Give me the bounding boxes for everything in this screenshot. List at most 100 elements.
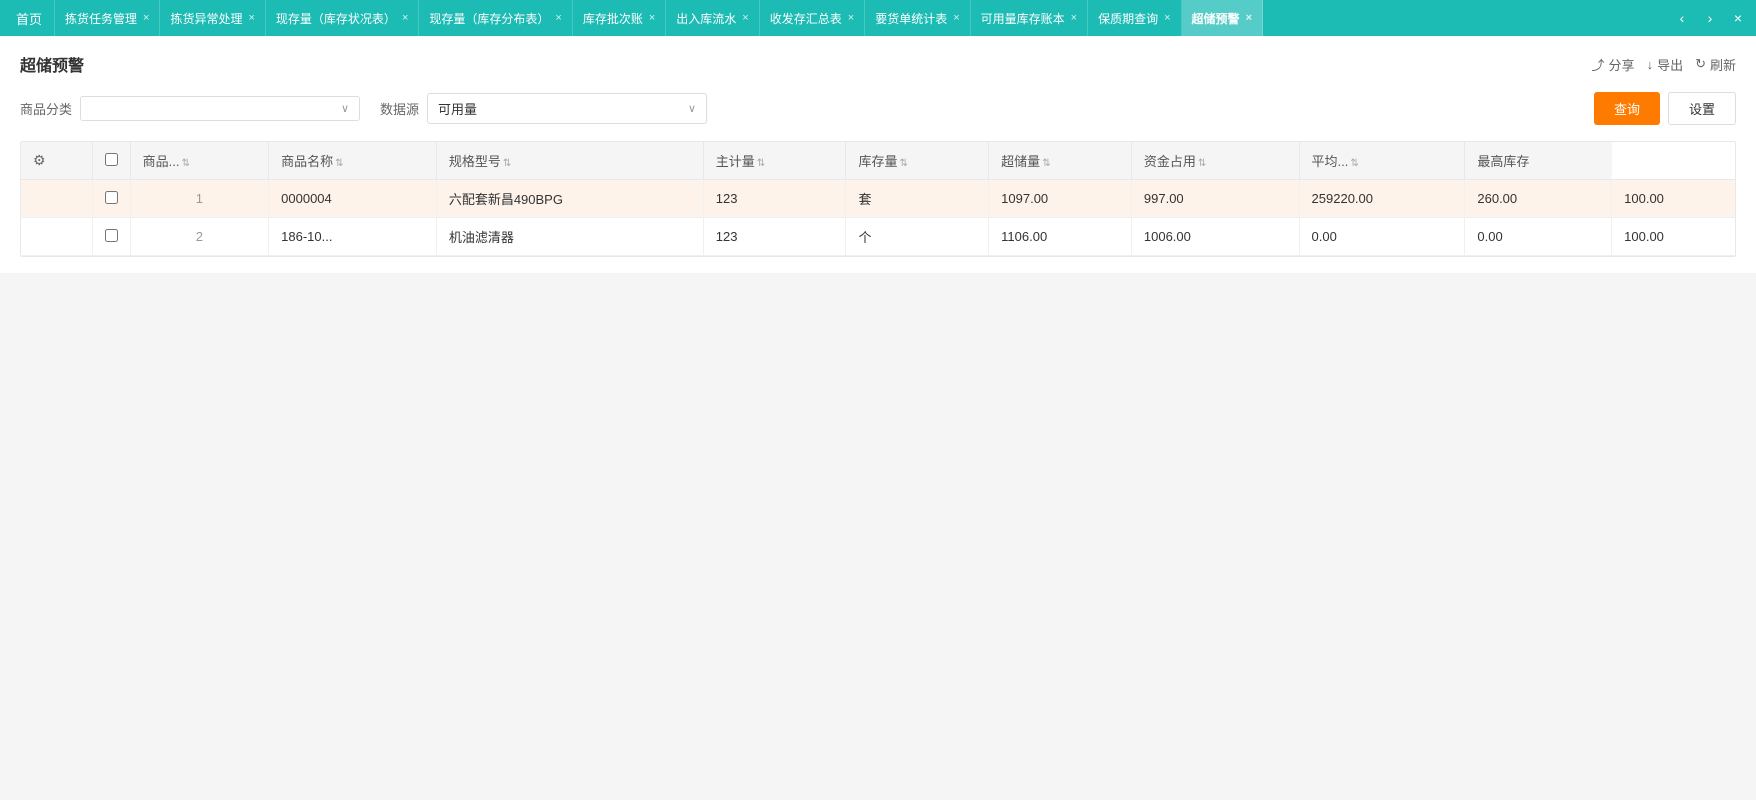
share-label: 分享 [1609,55,1635,74]
export-button[interactable]: ↓ 导出 [1647,55,1684,74]
tab-close-icon-1[interactable]: × [248,12,254,24]
col-header-capital[interactable]: 资金占用⇅ [1131,142,1299,180]
refresh-icon: ↻ [1695,56,1706,72]
refresh-label: 刷新 [1710,55,1736,74]
tab-close-icon-9[interactable]: × [1164,12,1170,24]
tab-close-icon-0[interactable]: × [143,12,149,24]
cell-capital-1: 0.00 [1299,218,1465,256]
nav-tab-3[interactable]: 现存量（库存分布表）× [419,0,572,36]
col-header-overstock[interactable]: 超储量⇅ [989,142,1132,180]
settings-gear-icon[interactable]: ⚙ [33,152,46,168]
sort-icon-sku_code: ⇅ [181,158,189,169]
cell-num-1: 2 [130,218,269,256]
col-header-max_stock: 最高库存 [1465,142,1612,180]
nav-tab-1[interactable]: 拣货异常处理× [160,0,265,36]
nav-tab-2[interactable]: 现存量（库存状况表）× [266,0,419,36]
page-header: 超储预警 ⤴ 分享 ↓ 导出 ↻ 刷新 [20,52,1736,76]
cell-overstock-1: 1006.00 [1131,218,1299,256]
col-header-check [92,142,130,180]
cell-sku_name-0: 六配套新昌490BPG [436,180,703,218]
nav-tab-6[interactable]: 收发存汇总表× [760,0,865,36]
chevron-down-icon: ∨ [341,102,349,115]
category-label: 商品分类 [20,99,72,118]
settings-button[interactable]: 设置 [1668,92,1736,125]
nav-prev-btn[interactable]: ‹ [1668,0,1696,36]
cell-settings-0 [21,180,92,218]
category-select[interactable]: ∨ [80,96,360,121]
tab-close-icon-5[interactable]: × [742,12,748,24]
table-row: 2186-10...机油滤清器123个1106.001006.000.000.0… [21,218,1735,256]
category-filter-group: 商品分类 ∨ [20,96,360,121]
tab-close-icon-4[interactable]: × [649,12,655,24]
filter-buttons: 查询 设置 [1594,92,1736,125]
sort-icon-sku_name: ⇅ [335,158,343,169]
cell-stock-1: 1106.00 [989,218,1132,256]
data-table: ⚙ 商品...⇅商品名称⇅规格型号⇅主计量⇅库存量⇅超储量⇅资金占用⇅平均...⇅… [21,142,1735,256]
datasource-select[interactable]: 可用量 ∨ [427,93,707,124]
nav-tab-10[interactable]: 超储预警× [1182,0,1263,36]
datasource-filter-group: 数据源 可用量 ∨ [380,93,707,124]
tab-close-icon-7[interactable]: × [953,12,959,24]
query-button[interactable]: 查询 [1594,92,1660,125]
tab-close-icon-8[interactable]: × [1071,12,1077,24]
top-nav: 首页 拣货任务管理×拣货异常处理×现存量（库存状况表）×现存量（库存分布表）×库… [0,0,1756,36]
sort-icon-spec: ⇅ [503,158,511,169]
nav-close-btn[interactable]: × [1724,0,1752,36]
cell-overstock-0: 997.00 [1131,180,1299,218]
table-header-row: ⚙ 商品...⇅商品名称⇅规格型号⇅主计量⇅库存量⇅超储量⇅资金占用⇅平均...⇅… [21,142,1735,180]
tab-close-icon-6[interactable]: × [848,12,854,24]
tab-close-icon-10[interactable]: × [1246,12,1252,24]
cell-max_stock-0: 100.00 [1612,180,1735,218]
row-checkbox-1[interactable] [105,229,118,242]
col-header-avg[interactable]: 平均...⇅ [1299,142,1465,180]
sort-icon-stock: ⇅ [899,158,907,169]
col-header-stock[interactable]: 库存量⇅ [846,142,989,180]
export-label: 导出 [1657,55,1683,74]
header-actions: ⤴ 分享 ↓ 导出 ↻ 刷新 [1592,55,1736,74]
cell-capital-0: 259220.00 [1299,180,1465,218]
select-all-checkbox[interactable] [105,153,118,166]
tab-close-icon-3[interactable]: × [555,12,561,24]
datasource-chevron-icon: ∨ [688,102,696,115]
cell-sku_code-0: 0000004 [269,180,437,218]
nav-tab-9[interactable]: 保质期查询× [1088,0,1181,36]
cell-sku_code-1: 186-10... [269,218,437,256]
nav-tabs: 拣货任务管理×拣货异常处理×现存量（库存状况表）×现存量（库存分布表）×库存批次… [55,0,1263,36]
nav-tab-7[interactable]: 要货单统计表× [865,0,970,36]
export-icon: ↓ [1647,57,1654,72]
sort-icon-capital: ⇅ [1198,158,1206,169]
nav-arrows: ‹ › × [1668,0,1752,36]
row-checkbox-0[interactable] [105,191,118,204]
col-header-settings: ⚙ [21,142,92,180]
share-icon: ⤴ [1592,55,1605,74]
datasource-select-value: 可用量 [438,99,477,118]
nav-tab-5[interactable]: 出入库流水× [666,0,759,36]
share-button[interactable]: ⤴ 分享 [1592,55,1635,74]
table-body: 10000004六配套新昌490BPG123套1097.00997.002592… [21,180,1735,256]
sort-icon-overstock: ⇅ [1042,158,1050,169]
refresh-button[interactable]: ↻ 刷新 [1695,55,1736,74]
page-title: 超储预警 [20,52,84,76]
page-container: 超储预警 ⤴ 分享 ↓ 导出 ↻ 刷新 商品分类 ∨ 数据源 [0,36,1756,273]
cell-spec-0: 123 [703,180,846,218]
datasource-label: 数据源 [380,99,419,118]
cell-sku_name-1: 机油滤清器 [436,218,703,256]
cell-stock-0: 1097.00 [989,180,1132,218]
nav-next-btn[interactable]: › [1696,0,1724,36]
cell-unit-1: 个 [846,218,989,256]
nav-tab-8[interactable]: 可用量库存账本× [971,0,1088,36]
col-header-sku_code[interactable]: 商品...⇅ [130,142,269,180]
nav-home[interactable]: 首页 [4,0,55,36]
sort-icon-avg: ⇅ [1350,158,1358,169]
nav-tab-0[interactable]: 拣货任务管理× [55,0,160,36]
nav-tab-4[interactable]: 库存批次账× [573,0,666,36]
cell-num-0: 1 [130,180,269,218]
tab-close-icon-2[interactable]: × [402,12,408,24]
col-header-sku_name[interactable]: 商品名称⇅ [269,142,437,180]
table-row: 10000004六配套新昌490BPG123套1097.00997.002592… [21,180,1735,218]
col-header-unit[interactable]: 主计量⇅ [703,142,846,180]
col-header-spec[interactable]: 规格型号⇅ [436,142,703,180]
cell-check-1 [92,218,130,256]
cell-spec-1: 123 [703,218,846,256]
cell-avg-1: 0.00 [1465,218,1612,256]
